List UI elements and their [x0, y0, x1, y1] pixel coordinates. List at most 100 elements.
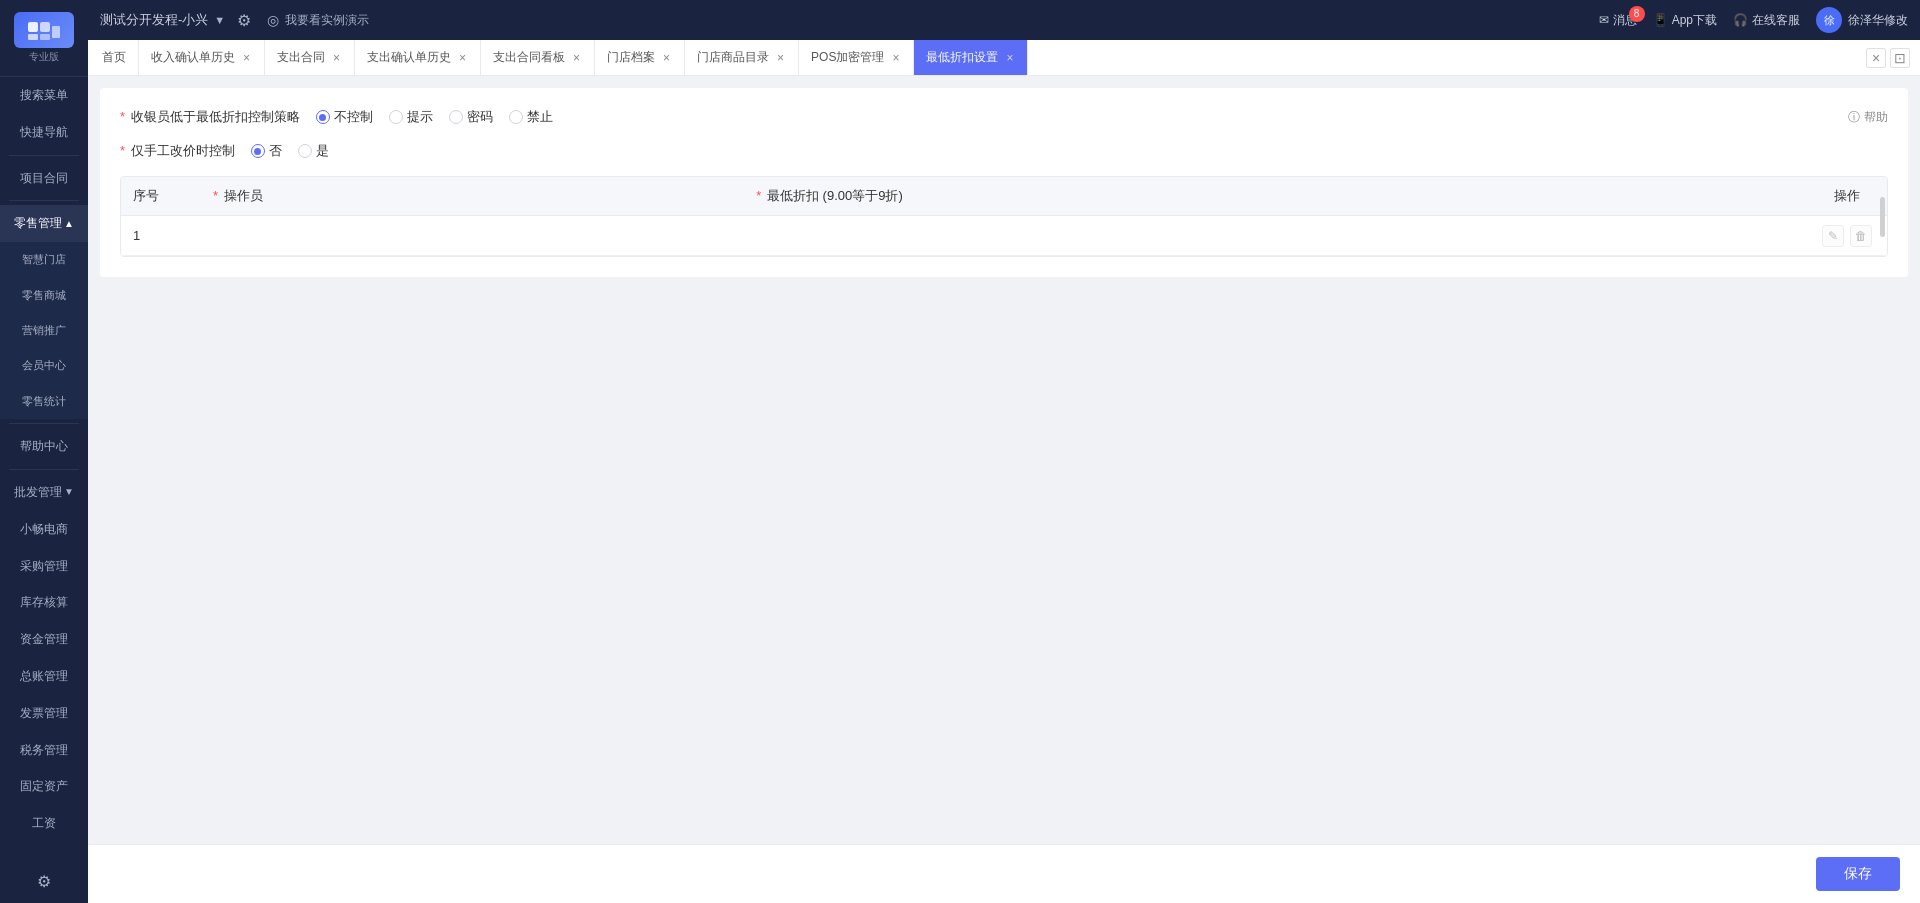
sidebar-item-retail-mgmt[interactable]: 零售管理 ▲ — [0, 205, 88, 242]
row-delete-button-1[interactable]: 🗑 — [1850, 225, 1872, 247]
sidebar-item-member-center[interactable]: 会员中心 — [0, 348, 88, 383]
tab-store-goods[interactable]: 门店商品目录 × — [685, 40, 799, 76]
topbar-service-icon: 🎧 — [1733, 13, 1748, 27]
topbar-customer-service-button[interactable]: 🎧 在线客服 — [1733, 12, 1800, 29]
sidebar-item-project-contract[interactable]: 项目合同 — [0, 160, 88, 197]
sidebar-divider-2 — [9, 200, 79, 201]
content-card: * 收银员低于最低折扣控制策略 不控制 提示 密码 — [100, 88, 1908, 277]
tab-store-archive-close-icon[interactable]: × — [661, 51, 672, 65]
tab-payment-confirm[interactable]: 支出确认单历史 × — [355, 40, 481, 76]
tab-min-discount-close-icon[interactable]: × — [1004, 51, 1015, 65]
th-actions: 操作 — [1807, 177, 1887, 215]
sidebar-item-payroll[interactable]: 工资 — [0, 805, 88, 842]
tab-home[interactable]: 首页 — [90, 40, 139, 76]
tab-payment-contract[interactable]: 支出合同 × — [265, 40, 355, 76]
sidebar-item-retail-stats[interactable]: 零售统计 — [0, 384, 88, 419]
sidebar-item-small-ecom[interactable]: 小畅电商 — [0, 511, 88, 548]
topbar-app-icon: 📱 — [1653, 13, 1668, 27]
policy-radio-remind[interactable]: 提示 — [389, 108, 433, 126]
policy-radio-no-control-label: 不控制 — [334, 108, 373, 126]
topbar-settings-icon[interactable]: ⚙ — [237, 11, 251, 30]
sidebar-item-ledger-mgmt[interactable]: 总账管理 — [0, 658, 88, 695]
th-seq: 序号 — [121, 177, 201, 215]
main-area: 测试分开发程-小兴 ▼ ⚙ ◎ 我要看实例演示 ✉ 消息 8 📱 App下载 🎧… — [88, 0, 1920, 903]
tab-payment-confirm-close-icon[interactable]: × — [457, 51, 468, 65]
svg-rect-1 — [40, 22, 50, 32]
th-operator: * 操作员 — [201, 177, 744, 215]
th-operator-star: * — [213, 188, 218, 203]
tab-min-discount[interactable]: 最低折扣设置 × — [914, 40, 1028, 76]
td-actions-1: ✎ 🗑 — [1807, 217, 1887, 255]
policy-radio-remind-circle — [389, 110, 403, 124]
policy-radio-no-control-circle — [316, 110, 330, 124]
row-edit-button-1[interactable]: ✎ — [1822, 225, 1844, 247]
policy-radio-password-circle — [449, 110, 463, 124]
policy-radio-forbid-label: 禁止 — [527, 108, 553, 126]
help-link[interactable]: ⓘ 帮助 — [1848, 109, 1888, 126]
table-scrollbar[interactable] — [1880, 197, 1885, 237]
sidebar-item-wholesale-mgmt[interactable]: 批发管理 ▼ — [0, 474, 88, 511]
manual-price-form-row: * 仅手工改价时控制 否 是 — [120, 142, 1888, 160]
sidebar-item-search[interactable]: 搜索菜单 — [0, 77, 88, 114]
topbar-project-selector[interactable]: 测试分开发程-小兴 ▼ — [100, 11, 225, 29]
tab-payment-board-close-icon[interactable]: × — [571, 51, 582, 65]
td-min-discount-1 — [744, 228, 1807, 244]
tab-pos-password[interactable]: POS加密管理 × — [799, 40, 914, 76]
page-footer: 保存 — [88, 844, 1920, 903]
topbar-message-icon: ✉ — [1599, 13, 1609, 27]
sidebar-item-invoice-mgmt[interactable]: 发票管理 — [0, 695, 88, 732]
topbar-user-button[interactable]: 徐 徐泽华修改 — [1816, 7, 1908, 33]
topbar-message-button[interactable]: ✉ 消息 8 — [1599, 12, 1637, 29]
policy-radio-password[interactable]: 密码 — [449, 108, 493, 126]
sidebar-logo: 专业版 — [0, 0, 88, 77]
sidebar-item-retail-mall[interactable]: 零售商城 — [0, 278, 88, 313]
sidebar-item-fixed-assets[interactable]: 固定资产 — [0, 768, 88, 805]
th-min-discount-star: * — [756, 188, 761, 203]
sidebar-item-tax-mgmt[interactable]: 税务管理 — [0, 732, 88, 769]
tab-income-confirm-close-icon[interactable]: × — [241, 51, 252, 65]
policy-radios: 不控制 提示 密码 禁止 — [316, 108, 553, 126]
topbar-demo-text: 我要看实例演示 — [285, 12, 369, 29]
tabbar-close-button[interactable]: × — [1866, 48, 1886, 68]
tab-store-archive-label: 门店档案 — [607, 49, 655, 66]
manual-radio-no[interactable]: 否 — [251, 142, 282, 160]
td-seq-1: 1 — [121, 220, 201, 251]
topbar-app-download-button[interactable]: 📱 App下载 — [1653, 12, 1717, 29]
sidebar-item-smart-store[interactable]: 智慧门店 — [0, 242, 88, 277]
tab-income-confirm[interactable]: 收入确认单历史 × — [139, 40, 265, 76]
tab-payment-contract-close-icon[interactable]: × — [331, 51, 342, 65]
manual-radio-yes[interactable]: 是 — [298, 142, 329, 160]
tab-store-archive[interactable]: 门店档案 × — [595, 40, 685, 76]
page-content: * 收银员低于最低折扣控制策略 不控制 提示 密码 — [88, 76, 1920, 844]
topbar-project-name: 测试分开发程-小兴 — [100, 11, 208, 29]
tab-payment-board[interactable]: 支出合同看板 × — [481, 40, 595, 76]
svg-rect-2 — [28, 34, 38, 40]
sidebar-item-purchase-mgmt[interactable]: 采购管理 — [0, 548, 88, 585]
sidebar-divider-1 — [9, 155, 79, 156]
sidebar-item-help-center[interactable]: 帮助中心 — [0, 428, 88, 465]
topbar-demo-button[interactable]: ◎ 我要看实例演示 — [267, 12, 369, 29]
policy-form-row: * 收银员低于最低折扣控制策略 不控制 提示 密码 — [120, 108, 1888, 126]
svg-rect-3 — [40, 34, 50, 40]
policy-label-text: 收银员低于最低折扣控制策略 — [131, 109, 300, 124]
save-button[interactable]: 保存 — [1816, 857, 1900, 891]
tab-payment-board-label: 支出合同看板 — [493, 49, 565, 66]
topbar-right: ✉ 消息 8 📱 App下载 🎧 在线客服 徐 徐泽华修改 — [1599, 7, 1908, 33]
table-row: 1 ✎ 🗑 — [121, 216, 1887, 256]
tab-store-goods-close-icon[interactable]: × — [775, 51, 786, 65]
tabbar-expand-button[interactable]: ⊡ — [1890, 48, 1910, 68]
sidebar-item-capital-mgmt[interactable]: 资金管理 — [0, 621, 88, 658]
svg-rect-0 — [28, 22, 38, 32]
sidebar-item-quick-nav[interactable]: 快捷导航 — [0, 114, 88, 151]
manual-price-label-text: 仅手工改价时控制 — [131, 143, 235, 158]
sidebar-item-marketing[interactable]: 营销推广 — [0, 313, 88, 348]
tab-payment-confirm-label: 支出确认单历史 — [367, 49, 451, 66]
sidebar-gear-button[interactable]: ⚙ — [0, 860, 88, 903]
sidebar-item-inventory[interactable]: 库存核算 — [0, 584, 88, 621]
sidebar-divider-4 — [9, 469, 79, 470]
table-header: 序号 * 操作员 * 最低折扣 (9.00等于9折) 操作 — [121, 177, 1887, 216]
tab-pos-password-label: POS加密管理 — [811, 49, 884, 66]
policy-radio-no-control[interactable]: 不控制 — [316, 108, 373, 126]
tab-pos-password-close-icon[interactable]: × — [890, 51, 901, 65]
policy-radio-forbid[interactable]: 禁止 — [509, 108, 553, 126]
